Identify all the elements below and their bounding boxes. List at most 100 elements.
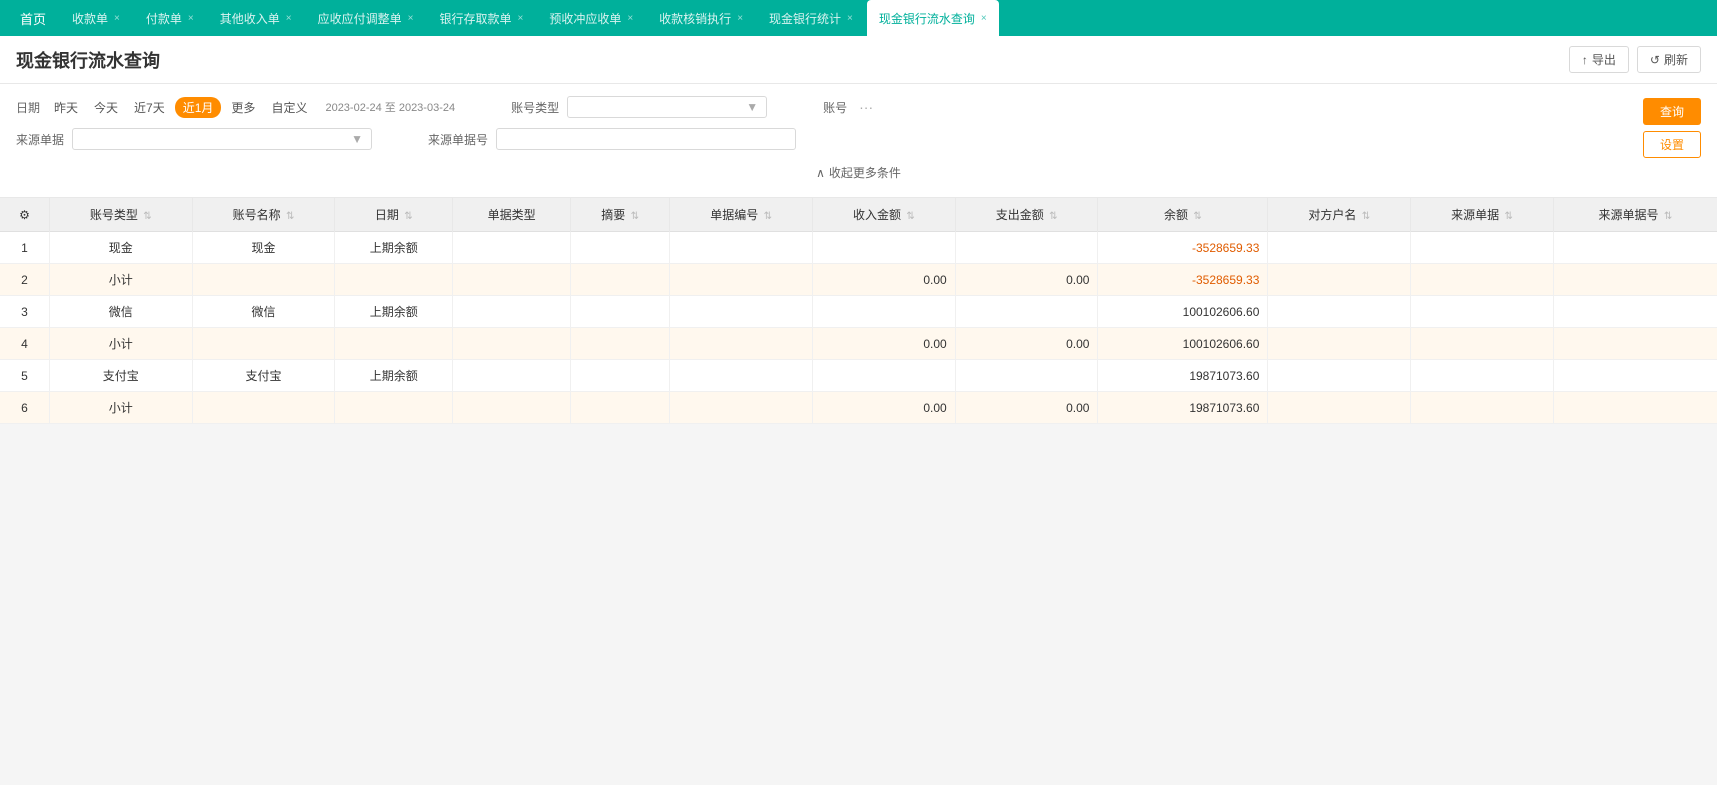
cell-summary: [571, 296, 670, 328]
cell-no: 5: [0, 360, 49, 392]
col-balance[interactable]: 余额 ⇅: [1098, 198, 1268, 232]
cell-source-doc: [1411, 392, 1554, 424]
source-doc-no-filter-group: 来源单据号: [428, 128, 796, 150]
cell-balance: -3528659.33: [1098, 264, 1268, 296]
cell-summary: [571, 392, 670, 424]
date-btn-1month[interactable]: 近1月: [175, 97, 222, 118]
cell-account-name: [192, 392, 335, 424]
cell-account-type: 现金: [49, 232, 192, 264]
cell-account-name: 现金: [192, 232, 335, 264]
filter-area: 日期 昨天 今天 近7天 近1月 更多 自定义 2023-02-24 至 202…: [0, 84, 1717, 198]
source-doc-select[interactable]: ▼: [72, 128, 372, 150]
cell-doc-type: [453, 232, 571, 264]
cell-income: 0.00: [813, 392, 956, 424]
col-counterpart[interactable]: 对方户名 ⇅: [1268, 198, 1411, 232]
sort-icon-source-doc: ⇅: [1504, 211, 1512, 222]
query-button[interactable]: 查询: [1643, 98, 1701, 125]
account-type-label: 账号类型: [511, 99, 559, 116]
collapse-button[interactable]: ∧ 收起更多条件: [816, 164, 901, 181]
cell-date: [335, 392, 453, 424]
col-account-type[interactable]: 账号类型 ⇅: [49, 198, 192, 232]
close-tab-5[interactable]: ×: [627, 13, 633, 24]
col-source-doc[interactable]: 来源单据 ⇅: [1411, 198, 1554, 232]
cell-account-type: 小计: [49, 328, 192, 360]
cell-doc-no: [670, 328, 813, 360]
close-tab-1[interactable]: ×: [188, 13, 194, 24]
cell-account-type: 小计: [49, 392, 192, 424]
collapse-bar: ∧ 收起更多条件: [16, 160, 1701, 185]
cell-doc-type: [453, 328, 571, 360]
date-btn-today[interactable]: 今天: [88, 97, 124, 118]
close-tab-6[interactable]: ×: [737, 13, 743, 24]
cell-no: 4: [0, 328, 49, 360]
nav-tab-3[interactable]: 应收应付调整单 ×: [306, 0, 426, 36]
cell-date: 上期余额: [335, 360, 453, 392]
settings-button[interactable]: 设置: [1643, 131, 1701, 158]
cell-counterpart: [1268, 328, 1411, 360]
source-doc-filter-group: 来源单据 ▼: [16, 128, 372, 150]
nav-tab-1[interactable]: 付款单 ×: [134, 0, 206, 36]
source-doc-no-input[interactable]: [496, 128, 796, 150]
refresh-button[interactable]: ↺ 刷新: [1637, 46, 1701, 73]
close-tab-8[interactable]: ×: [981, 13, 987, 24]
date-btn-yesterday[interactable]: 昨天: [48, 97, 84, 118]
source-doc-chevron-icon: ▼: [351, 132, 363, 146]
close-tab-2[interactable]: ×: [286, 13, 292, 24]
cell-date: 上期余额: [335, 296, 453, 328]
cell-date: [335, 264, 453, 296]
col-doc-type[interactable]: 单据类型: [453, 198, 571, 232]
sort-icon-date: ⇅: [404, 211, 412, 222]
cell-source-doc: [1411, 232, 1554, 264]
sort-icon-balance: ⇅: [1193, 211, 1201, 222]
nav-tab-2[interactable]: 其他收入单 ×: [208, 0, 304, 36]
date-filter-group: 日期 昨天 今天 近7天 近1月 更多 自定义 2023-02-24 至 202…: [16, 97, 455, 118]
close-tab-3[interactable]: ×: [408, 13, 414, 24]
cell-source-doc-no: [1553, 296, 1717, 328]
nav-tab-5[interactable]: 预收冲应收单 ×: [537, 0, 645, 36]
cell-income: [813, 360, 956, 392]
col-gear[interactable]: ⚙: [0, 198, 49, 232]
cell-counterpart: [1268, 392, 1411, 424]
date-label: 日期: [16, 99, 40, 116]
table-row: 6 小计 0.00 0.00 19871073.60: [0, 392, 1717, 424]
cell-income: [813, 232, 956, 264]
close-tab-4[interactable]: ×: [517, 13, 523, 24]
date-btn-7days[interactable]: 近7天: [128, 97, 171, 118]
cell-source-doc-no: [1553, 328, 1717, 360]
col-account-name[interactable]: 账号名称 ⇅: [192, 198, 335, 232]
cell-doc-no: [670, 232, 813, 264]
date-btn-more[interactable]: 更多: [225, 97, 261, 118]
cell-doc-no: [670, 360, 813, 392]
cell-income: 0.00: [813, 328, 956, 360]
nav-tab-0[interactable]: 收款单 ×: [60, 0, 132, 36]
cell-doc-no: [670, 392, 813, 424]
sort-icon-expense: ⇅: [1049, 211, 1057, 222]
data-table: ⚙ 账号类型 ⇅ 账号名称 ⇅ 日期 ⇅ 单据类型 摘要: [0, 198, 1717, 424]
cell-account-name: [192, 264, 335, 296]
col-expense[interactable]: 支出金额 ⇅: [955, 198, 1098, 232]
nav-tab-7[interactable]: 现金银行统计 ×: [757, 0, 865, 36]
nav-home[interactable]: 首页: [8, 0, 58, 36]
cell-source-doc: [1411, 264, 1554, 296]
nav-tab-4[interactable]: 银行存取款单 ×: [427, 0, 535, 36]
nav-tab-6[interactable]: 收款核销执行 ×: [647, 0, 755, 36]
filter-buttons: 查询 设置: [1631, 96, 1701, 158]
col-summary[interactable]: 摘要 ⇅: [571, 198, 670, 232]
table-row: 3 微信 微信 上期余额 100102606.60: [0, 296, 1717, 328]
cell-source-doc: [1411, 360, 1554, 392]
close-tab-7[interactable]: ×: [847, 13, 853, 24]
col-doc-no[interactable]: 单据编号 ⇅: [670, 198, 813, 232]
close-tab-0[interactable]: ×: [114, 13, 120, 24]
sort-icon-source-doc-no: ⇅: [1664, 211, 1672, 222]
sort-icon-income: ⇅: [906, 211, 914, 222]
export-button[interactable]: ↑ 导出: [1569, 46, 1629, 73]
col-date[interactable]: 日期 ⇅: [335, 198, 453, 232]
date-range: 2023-02-24 至 2023-03-24: [325, 99, 455, 115]
account-dots[interactable]: ···: [855, 99, 877, 115]
nav-tab-8[interactable]: 现金银行流水查询 ×: [867, 0, 999, 36]
col-income[interactable]: 收入金额 ⇅: [813, 198, 956, 232]
account-type-select[interactable]: ▼: [567, 96, 767, 118]
col-source-doc-no[interactable]: 来源单据号 ⇅: [1553, 198, 1717, 232]
cell-account-name: 支付宝: [192, 360, 335, 392]
date-btn-custom[interactable]: 自定义: [265, 97, 313, 118]
